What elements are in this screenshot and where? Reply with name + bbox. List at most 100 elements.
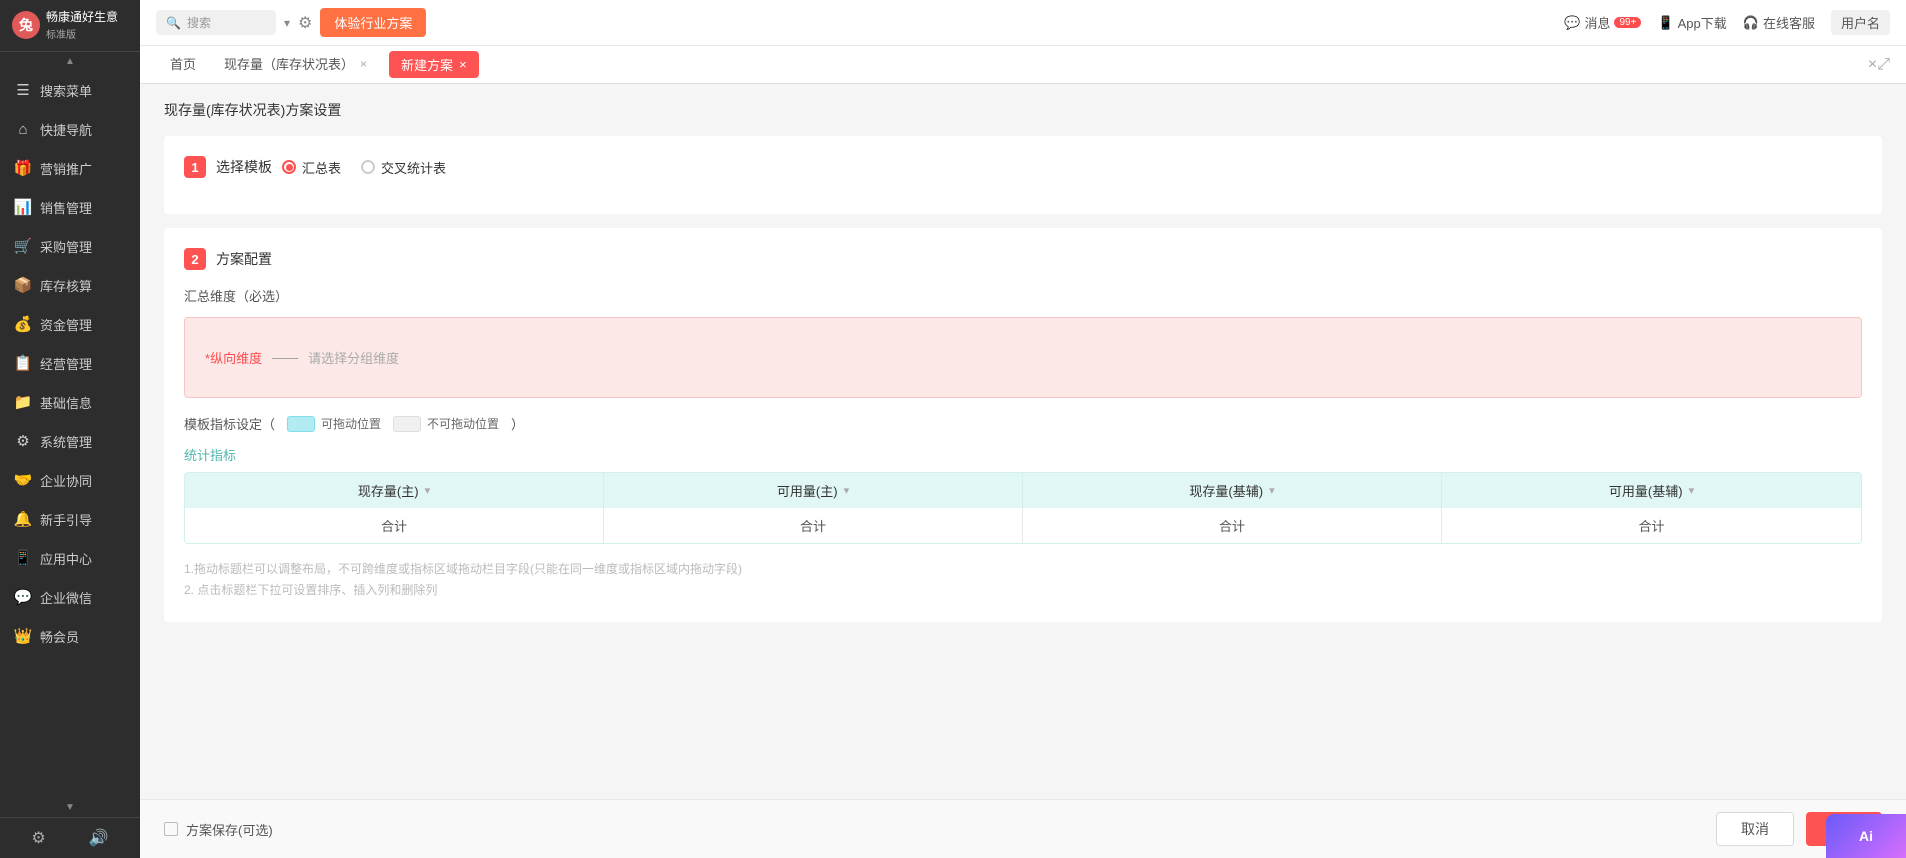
- sidebar-item-enterprise[interactable]: 🤝 企业协同: [0, 461, 140, 500]
- tab-new-scheme[interactable]: 新建方案 ×: [389, 51, 479, 78]
- stats-col-4-body: 合计: [1442, 508, 1861, 543]
- speaker-icon[interactable]: 🔊: [89, 828, 109, 848]
- sidebar-item-search-menu[interactable]: ☰ 搜索菜单: [0, 71, 140, 110]
- purchase-icon: 🛒: [14, 237, 32, 255]
- tab-inventory-close[interactable]: ×: [360, 57, 367, 71]
- sidebar-item-new-guide[interactable]: 🔔 新手引导: [0, 500, 140, 539]
- stats-col-3-body: 合计: [1023, 508, 1442, 543]
- footer: 方案保存(可选) 取消 查询: [140, 799, 1906, 858]
- sidebar-item-operations[interactable]: 📋 经营管理: [0, 344, 140, 383]
- app-download-label: App下载: [1678, 13, 1727, 32]
- stats-label: 统计指标: [184, 445, 1862, 464]
- col-4-dropdown-icon[interactable]: ▾: [1689, 484, 1695, 497]
- sidebar-item-vip[interactable]: 👑 畅会员: [0, 617, 140, 656]
- sales-icon: 📊: [14, 198, 32, 216]
- tab-home-label: 首页: [170, 54, 196, 73]
- radio-summary-label: 汇总表: [302, 158, 341, 177]
- sidebar-item-label: 系统管理: [40, 432, 92, 451]
- radio-summary[interactable]: 汇总表: [282, 158, 341, 177]
- app-download-icon: 📱: [1657, 15, 1673, 31]
- sidebar-item-app-center[interactable]: 📱 应用中心: [0, 539, 140, 578]
- sidebar-item-basic-info[interactable]: 📁 基础信息: [0, 383, 140, 422]
- template-setting-row: 模板指标设定（ 可拖动位置 不可拖动位置 ）: [184, 414, 1862, 433]
- sidebar-item-marketing[interactable]: 🎁 营销推广: [0, 149, 140, 188]
- stats-col-1-header[interactable]: 现存量(主) ▾: [185, 473, 604, 508]
- finance-icon: 💰: [14, 315, 32, 333]
- template-radio-group: 汇总表 交叉统计表: [282, 158, 446, 177]
- topbar-gear-icon[interactable]: ⚙: [298, 13, 312, 33]
- search-icon: 🔍: [166, 16, 181, 30]
- topbar-message[interactable]: 💬 消息 99+: [1564, 13, 1641, 32]
- legend-draggable: 可拖动位置: [287, 415, 381, 432]
- col-2-dropdown-icon[interactable]: ▾: [844, 484, 850, 497]
- tab-home[interactable]: 首页: [156, 46, 210, 83]
- col-1-dropdown-icon[interactable]: ▾: [425, 484, 431, 497]
- stats-col-2-header[interactable]: 可用量(主) ▾: [604, 473, 1023, 508]
- tab-inventory-status[interactable]: 现存量（库存状况表） ×: [210, 46, 381, 83]
- save-checkbox[interactable]: 方案保存(可选): [164, 820, 273, 839]
- legend-nondrag: 不可拖动位置: [393, 415, 499, 432]
- radio-cross[interactable]: 交叉统计表: [361, 158, 446, 177]
- stats-col-3-label: 现存量(基辅): [1189, 481, 1263, 500]
- step1-section: 1 选择模板 汇总表 交叉统计表: [164, 136, 1882, 214]
- sidebar-item-label: 应用中心: [40, 549, 92, 568]
- step1-header: 1 选择模板 汇总表 交叉统计表: [184, 156, 1862, 178]
- search-box[interactable]: 🔍 搜索: [156, 10, 276, 35]
- topbar-app-download[interactable]: 📱 App下载: [1657, 13, 1726, 32]
- step2-label: 方案配置: [216, 249, 272, 269]
- settings-icon[interactable]: ⚙: [31, 828, 45, 848]
- legend-nondrag-label: 不可拖动位置: [427, 415, 499, 432]
- sidebar-scroll-up[interactable]: ▲: [0, 52, 140, 71]
- dim-dash: ——: [272, 350, 298, 365]
- system-icon: ⚙: [14, 432, 32, 450]
- save-checkbox-label: 方案保存(可选): [186, 820, 273, 839]
- step1-label: 选择模板: [216, 157, 272, 177]
- save-checkbox-box[interactable]: [164, 822, 178, 836]
- sidebar-item-inventory[interactable]: 📦 库存核算: [0, 266, 140, 305]
- sidebar-item-quick-nav[interactable]: ⌂ 快捷导航: [0, 110, 140, 149]
- tab-new-close[interactable]: ×: [459, 57, 467, 72]
- sidebar-item-system[interactable]: ⚙ 系统管理: [0, 422, 140, 461]
- sidebar-item-purchase[interactable]: 🛒 采购管理: [0, 227, 140, 266]
- col-3-dropdown-icon[interactable]: ▾: [1269, 484, 1275, 497]
- new-guide-icon: 🔔: [14, 510, 32, 528]
- stats-table: 现存量(主) ▾ 可用量(主) ▾ 现存量(基辅) ▾ 可用量(基辅): [184, 472, 1862, 544]
- app-logo-icon: 兔: [12, 11, 40, 39]
- page-title: 现存量(库存状况表)方案设置: [164, 100, 1882, 120]
- sidebar-item-label: 畅会员: [40, 627, 79, 646]
- sidebar-item-label: 营销推广: [40, 159, 92, 178]
- topbar-online-service[interactable]: 🎧 在线客服: [1743, 13, 1815, 32]
- radio-cross-dot: [361, 160, 375, 174]
- sidebar-scroll-down[interactable]: ▼: [0, 798, 140, 817]
- legend-nondrag-box: [393, 416, 421, 432]
- app-name: 畅康通好生意: [46, 10, 118, 26]
- tabs-bar: 首页 现存量（库存状况表） × 新建方案 × × ⤢: [140, 46, 1906, 84]
- topbar-dropdown[interactable]: ▾: [284, 16, 290, 30]
- cancel-button[interactable]: 取消: [1716, 812, 1794, 846]
- stats-col-4-label: 可用量(基辅): [1609, 481, 1683, 500]
- sidebar-item-finance[interactable]: 💰 资金管理: [0, 305, 140, 344]
- close-window-icon[interactable]: ×: [1868, 56, 1877, 74]
- industry-btn[interactable]: 体验行业方案: [320, 8, 426, 37]
- operations-icon: 📋: [14, 354, 32, 372]
- sidebar-item-label: 经营管理: [40, 354, 92, 373]
- app-center-icon: 📱: [14, 549, 32, 567]
- dimension-box[interactable]: *纵向维度 —— 请选择分组维度: [184, 317, 1862, 398]
- topbar: 🔍 搜索 ▾ ⚙ 体验行业方案 💬 消息 99+ 📱 App下载 🎧 在线客服 …: [140, 0, 1906, 46]
- sidebar-item-sales[interactable]: 📊 销售管理: [0, 188, 140, 227]
- message-badge: 99+: [1614, 17, 1641, 28]
- topbar-user[interactable]: 用户名: [1831, 10, 1890, 35]
- ai-fab-button[interactable]: Ai: [1826, 814, 1906, 858]
- stats-table-body: 合计 合计 合计 合计: [185, 508, 1861, 543]
- summary-dim-label: 汇总维度（必选）: [184, 286, 1862, 305]
- sidebar-item-enterprise-wx[interactable]: 💬 企业微信: [0, 578, 140, 617]
- marketing-icon: 🎁: [14, 159, 32, 177]
- stats-col-3-header[interactable]: 现存量(基辅) ▾: [1023, 473, 1442, 508]
- search-menu-icon: ☰: [14, 81, 32, 99]
- stats-col-4-header[interactable]: 可用量(基辅) ▾: [1442, 473, 1861, 508]
- tab-inventory-label: 现存量（库存状况表）: [224, 54, 354, 73]
- sidebar-item-label: 采购管理: [40, 237, 92, 256]
- stats-table-header: 现存量(主) ▾ 可用量(主) ▾ 现存量(基辅) ▾ 可用量(基辅): [185, 473, 1861, 508]
- sidebar-item-label: 销售管理: [40, 198, 92, 217]
- expand-window-icon[interactable]: ⤢: [1877, 56, 1890, 74]
